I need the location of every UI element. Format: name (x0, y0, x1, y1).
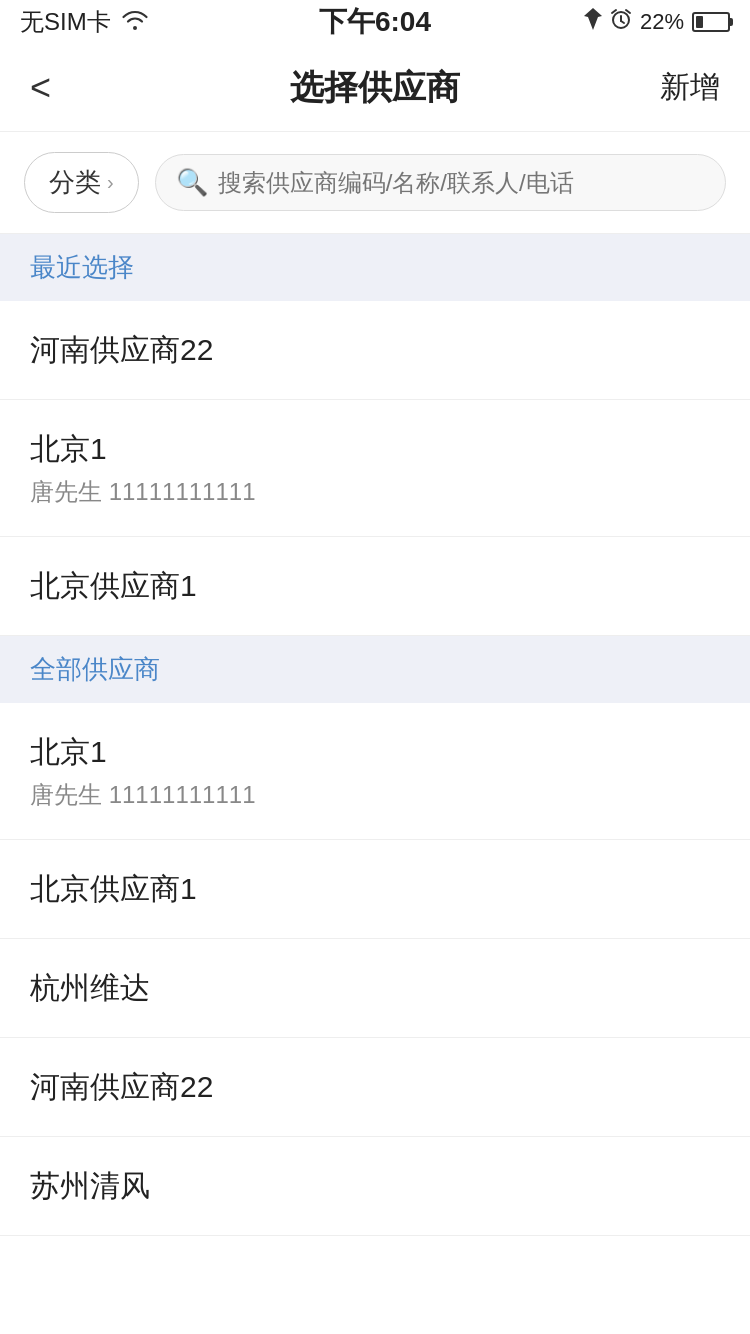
list-item[interactable]: 苏州清风 (0, 1137, 750, 1236)
search-box: 🔍 (155, 154, 726, 211)
item-name: 北京供应商1 (30, 868, 720, 910)
recent-section-header: 最近选择 (0, 234, 750, 301)
list-item[interactable]: 河南供应商22 (0, 1038, 750, 1137)
filter-bar: 分类 › 🔍 (0, 132, 750, 234)
all-section-header: 全部供应商 (0, 636, 750, 703)
item-name: 北京1 (30, 731, 720, 773)
list-item[interactable]: 北京1 唐先生 11111111111 (0, 400, 750, 537)
item-name: 河南供应商22 (30, 1066, 720, 1108)
status-time: 下午6:04 (319, 3, 431, 41)
back-button[interactable]: < (30, 67, 90, 109)
chevron-right-icon: › (107, 171, 114, 194)
all-section-label: 全部供应商 (30, 654, 160, 684)
item-sub: 唐先生 11111111111 (30, 779, 720, 811)
category-label: 分类 (49, 165, 101, 200)
svg-line-3 (612, 10, 616, 13)
svg-line-4 (626, 10, 630, 13)
item-name: 河南供应商22 (30, 329, 720, 371)
alarm-icon (610, 8, 632, 36)
status-right: 22% (584, 8, 730, 36)
list-item[interactable]: 河南供应商22 (0, 301, 750, 400)
item-name: 苏州清风 (30, 1165, 720, 1207)
add-button[interactable]: 新增 (660, 67, 720, 108)
item-name: 杭州维达 (30, 967, 720, 1009)
item-name: 北京1 (30, 428, 720, 470)
location-icon (584, 8, 602, 36)
list-item[interactable]: 北京1 唐先生 11111111111 (0, 703, 750, 840)
item-name: 北京供应商1 (30, 565, 720, 607)
list-item[interactable]: 北京供应商1 (0, 840, 750, 939)
carrier-label: 无SIM卡 (20, 6, 111, 38)
battery-percent: 22% (640, 9, 684, 35)
svg-line-2 (621, 21, 624, 23)
list-item[interactable]: 北京供应商1 (0, 537, 750, 636)
item-sub: 唐先生 11111111111 (30, 476, 720, 508)
page-title: 选择供应商 (290, 65, 460, 111)
category-button[interactable]: 分类 › (24, 152, 139, 213)
status-left: 无SIM卡 (20, 6, 149, 38)
nav-bar: < 选择供应商 新增 (0, 44, 750, 132)
recent-list: 河南供应商22 北京1 唐先生 11111111111 北京供应商1 (0, 301, 750, 636)
search-icon: 🔍 (176, 167, 208, 198)
all-list: 北京1 唐先生 11111111111 北京供应商1 杭州维达河南供应商22 苏州清风 (0, 703, 750, 1236)
wifi-icon (121, 8, 149, 36)
list-item[interactable]: 杭州维达 (0, 939, 750, 1038)
recent-section-label: 最近选择 (30, 252, 134, 282)
battery-icon (692, 12, 730, 32)
status-bar: 无SIM卡 下午6:04 22% (0, 0, 750, 44)
search-input[interactable] (218, 169, 705, 197)
